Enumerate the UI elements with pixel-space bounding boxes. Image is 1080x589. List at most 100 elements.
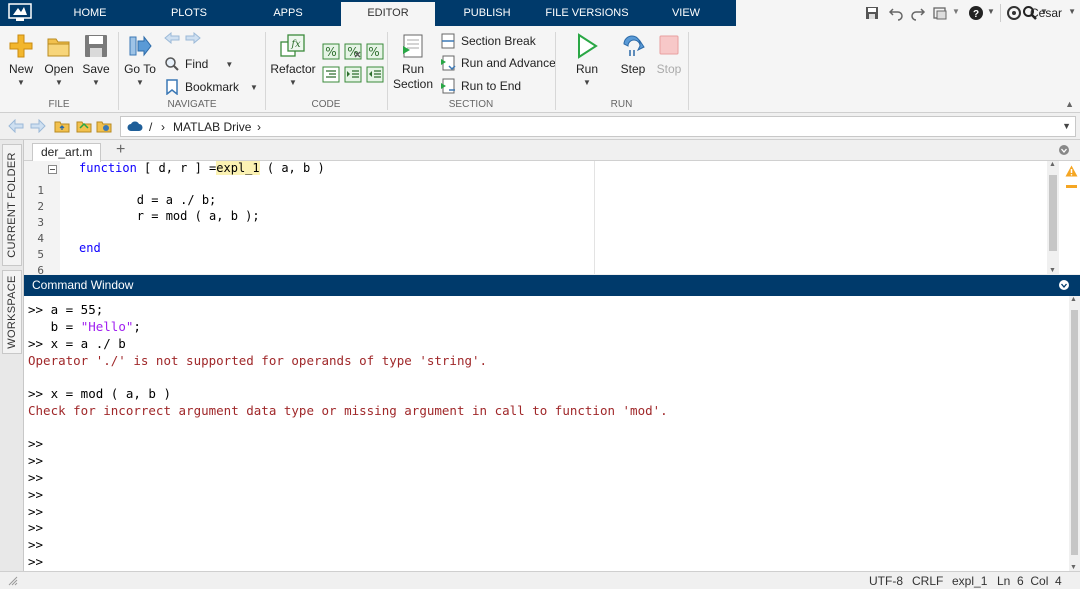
- path-dropdown-icon[interactable]: ▼: [1062, 121, 1071, 131]
- decrease-indent-icon[interactable]: [366, 66, 384, 83]
- stop-button[interactable]: Stop: [654, 32, 684, 77]
- uncomment-icon[interactable]: %: [344, 43, 362, 60]
- prompt[interactable]: >>: [28, 453, 43, 468]
- layout-caret-icon[interactable]: ▼: [952, 7, 960, 16]
- line-number: 2: [37, 200, 44, 213]
- run-section-label-1: Run: [401, 62, 424, 76]
- scroll-down-icon[interactable]: ▼: [1049, 267, 1056, 274]
- save-button[interactable]: Save ▼: [80, 32, 112, 87]
- divider: [1000, 4, 1001, 22]
- section-break-label: Section Break: [461, 34, 536, 48]
- tab-view[interactable]: VIEW: [665, 0, 707, 26]
- tab-file-versions[interactable]: FILE VERSIONS: [545, 0, 629, 26]
- drive-folder-icon[interactable]: [96, 118, 112, 134]
- file-tab[interactable]: der_art.m: [32, 143, 102, 162]
- tab-editor[interactable]: EDITOR: [341, 2, 435, 26]
- community-icon[interactable]: [1006, 5, 1022, 21]
- path-folder-matlab-drive[interactable]: MATLAB Drive: [173, 120, 251, 134]
- user-caret-icon[interactable]: ▼: [1068, 7, 1076, 16]
- tab-workspace[interactable]: WORKSPACE: [2, 270, 22, 354]
- bookmark-button[interactable]: Bookmark ▼: [164, 79, 258, 95]
- forward-icon[interactable]: [30, 119, 46, 133]
- arrow-right-icon[interactable]: [185, 32, 201, 44]
- scrollbar-thumb[interactable]: [1049, 175, 1057, 251]
- code-line-3[interactable]: d = a ./ b;: [79, 193, 216, 207]
- warning-icon[interactable]: [1065, 165, 1078, 177]
- command-window-options-icon[interactable]: [1058, 279, 1070, 291]
- scrollbar-thumb[interactable]: [1071, 310, 1078, 555]
- editor-scrollbar[interactable]: ▲ ▼: [1047, 161, 1059, 274]
- run-to-end-label: Run to End: [461, 79, 522, 93]
- redo-icon[interactable]: [910, 5, 926, 21]
- svg-text:?: ?: [973, 9, 979, 20]
- stop-label: Stop: [656, 62, 682, 76]
- open-button[interactable]: Open ▼: [42, 32, 76, 87]
- scroll-down-icon[interactable]: ▼: [1070, 564, 1077, 571]
- run-to-end-button[interactable]: Run to End: [440, 78, 521, 94]
- step-button[interactable]: Step: [616, 32, 650, 77]
- status-cursor-position[interactable]: Ln 6 Col 4: [997, 574, 1062, 588]
- prompt[interactable]: >>: [28, 554, 43, 570]
- status-bar: UTF-8 CRLF expl_1 Ln 6 Col 4: [0, 571, 1080, 589]
- code-highlight: expl_1: [216, 161, 260, 175]
- line-number: 3: [37, 216, 44, 229]
- run-button[interactable]: Run ▼: [570, 32, 604, 87]
- fold-toggle-icon[interactable]: [48, 165, 57, 174]
- warning-marker[interactable]: [1066, 185, 1077, 188]
- status-function[interactable]: expl_1: [952, 574, 987, 588]
- tab-publish[interactable]: PUBLISH: [458, 0, 516, 26]
- code-line-1[interactable]: function [ d, r ] =expl_1 ( a, b ): [79, 161, 325, 175]
- window-layout-icon[interactable]: [932, 5, 948, 21]
- collapse-toolstrip-icon[interactable]: ▲: [1065, 99, 1074, 109]
- user-menu[interactable]: Cesar: [1030, 6, 1062, 20]
- arrow-left-icon[interactable]: [164, 32, 180, 44]
- code-line-4[interactable]: r = mod ( a, b );: [79, 209, 260, 223]
- prompt[interactable]: >>: [28, 487, 43, 502]
- tab-home[interactable]: HOME: [64, 0, 116, 26]
- find-label: Find: [185, 57, 209, 71]
- back-icon[interactable]: [8, 119, 24, 133]
- prompt[interactable]: >>: [28, 520, 43, 535]
- tab-current-folder[interactable]: CURRENT FOLDER: [2, 144, 22, 266]
- up-folder-icon[interactable]: [54, 118, 70, 134]
- tab-apps[interactable]: APPS: [264, 0, 312, 26]
- goto-icon: [129, 35, 152, 57]
- new-button[interactable]: New ▼: [6, 32, 36, 87]
- scroll-up-icon[interactable]: ▲: [1070, 296, 1077, 303]
- status-encoding[interactable]: UTF-8: [869, 574, 903, 588]
- path-field[interactable]: / › MATLAB Drive › ▼: [120, 116, 1076, 137]
- prompt[interactable]: >>: [28, 504, 43, 519]
- code-line-6[interactable]: end: [79, 241, 101, 255]
- increase-indent-icon[interactable]: [344, 66, 362, 83]
- magnifier-icon: [165, 57, 179, 71]
- editor-options-icon[interactable]: [1058, 144, 1070, 156]
- tab-plots[interactable]: PLOTS: [162, 0, 216, 26]
- new-tab-icon[interactable]: +: [116, 141, 125, 159]
- status-line-ending[interactable]: CRLF: [912, 574, 943, 588]
- scroll-up-icon[interactable]: ▲: [1049, 161, 1056, 168]
- help-icon[interactable]: ?: [968, 5, 984, 21]
- undo-icon[interactable]: [888, 5, 904, 21]
- prompt[interactable]: >>: [28, 470, 43, 485]
- prompt[interactable]: >>: [28, 537, 43, 552]
- command-window-scrollbar[interactable]: ▲ ▼: [1069, 296, 1080, 571]
- path-separator[interactable]: ›: [257, 120, 261, 134]
- run-and-advance-button[interactable]: Run and Advance: [440, 55, 556, 71]
- refactor-button[interactable]: fx Refactor ▼: [270, 32, 316, 87]
- save-icon[interactable]: [864, 5, 880, 21]
- divider: [688, 32, 689, 110]
- help-caret-icon[interactable]: ▼: [987, 7, 995, 16]
- indent-smart-icon[interactable]: [322, 66, 340, 83]
- prompt[interactable]: >>: [28, 436, 43, 451]
- comment-icon[interactable]: %: [322, 43, 340, 60]
- command-line: >> x = mod ( a, b ): [28, 386, 171, 401]
- goto-button[interactable]: Go To ▼: [124, 32, 156, 87]
- run-section-button[interactable]: Run Section: [392, 32, 434, 92]
- code-analyzer-bar: [1062, 161, 1080, 274]
- browse-folder-icon[interactable]: [76, 118, 92, 134]
- matlab-desktop-icon[interactable]: [8, 3, 32, 22]
- find-button[interactable]: Find ▼: [164, 56, 233, 72]
- code-text: b =: [28, 319, 81, 334]
- section-break-button[interactable]: Section Break: [440, 33, 536, 49]
- wrap-comments-icon[interactable]: %: [366, 43, 384, 60]
